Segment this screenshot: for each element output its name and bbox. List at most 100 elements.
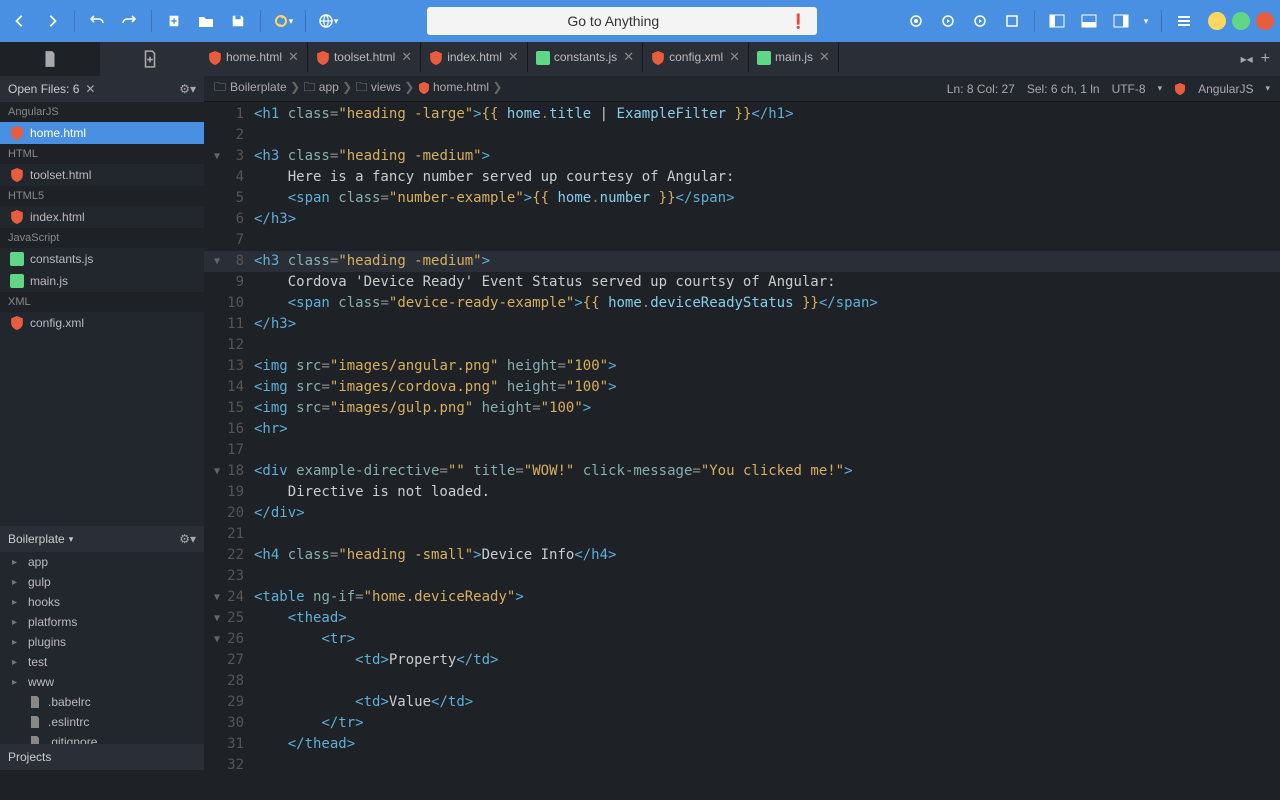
code-line[interactable]: <div example-directive="" title="WOW!" c… [254,461,853,482]
fold-icon[interactable]: ▼ [214,629,220,650]
code-line[interactable]: <span class="number-example">{{ home.num… [254,188,735,209]
code-line[interactable]: <img src="images/angular.png" height="10… [254,356,617,377]
code-line[interactable]: <h3 class="heading -medium"> [254,146,490,167]
save-button[interactable] [224,7,252,35]
menu-button[interactable] [1170,7,1198,35]
redo-button[interactable] [115,7,143,35]
close-panel-icon[interactable]: ✕ [85,82,95,96]
breadcrumb-item[interactable]: 🗀 app [303,80,338,94]
code-line[interactable]: </thead> [254,734,355,755]
open-file-item[interactable]: main.js [0,270,204,292]
maximize-button[interactable] [1232,12,1250,30]
close-icon[interactable]: ✕ [819,49,830,65]
close-icon[interactable]: ✕ [729,49,740,65]
layout-dropdown[interactable]: ▾ [1139,7,1153,35]
file-item[interactable]: .babelrc [0,692,204,712]
sync-button[interactable]: ▾ [269,7,297,35]
code-line[interactable]: <h3 class="heading -medium"> [254,251,490,272]
open-file-item[interactable]: index.html [0,206,204,228]
open-file-item[interactable]: constants.js [0,248,204,270]
editor-tab[interactable]: index.html✕ [421,42,528,72]
projects-footer[interactable]: Projects [0,744,204,770]
forward-button[interactable] [38,7,66,35]
editor-tab[interactable]: home.html✕ [200,42,308,72]
play-button[interactable] [966,7,994,35]
code-line[interactable]: Directive is not loaded. [254,482,490,503]
record-button[interactable] [902,7,930,35]
breadcrumb-item[interactable]: home.html [418,80,489,94]
editor-tab[interactable]: constants.js✕ [528,42,643,72]
code-line[interactable]: </tr> [254,713,364,734]
layout-right-button[interactable] [1107,7,1135,35]
language-mode[interactable]: AngularJS [1198,82,1253,96]
undo-button[interactable] [83,7,111,35]
editor-tab[interactable]: main.js✕ [749,42,839,72]
close-icon[interactable]: ✕ [508,49,519,65]
item-name: .eslintrc [48,715,89,729]
tab-list-button[interactable]: ▸◂ [1241,52,1253,66]
breadcrumb-item[interactable]: Boilerplate [230,80,287,94]
code-line[interactable]: </h3> [254,314,296,335]
open-file-button[interactable] [192,7,220,35]
fold-icon[interactable]: ▼ [214,146,220,167]
globe-button[interactable]: ▾ [314,7,342,35]
code-line[interactable]: <tr> [254,629,355,650]
code-line[interactable]: <table ng-if="home.deviceReady"> [254,587,524,608]
code-line[interactable]: </div> [254,503,305,524]
code-line[interactable]: <h1 class="heading -large">{{ home.title… [254,104,794,125]
places-tab[interactable] [0,42,100,76]
folder-item[interactable]: ▸platforms [0,612,204,632]
new-tab[interactable] [100,42,200,76]
editor-tab[interactable]: config.xml✕ [643,42,749,72]
folder-item[interactable]: ▸test [0,652,204,672]
folder-item[interactable]: ▸gulp [0,572,204,592]
code-line[interactable]: Here is a fancy number served up courtes… [254,167,734,188]
code-line[interactable]: <h4 class="heading -small">Device Info</… [254,545,616,566]
file-name: index.html [30,210,85,224]
close-icon[interactable]: ✕ [623,49,634,65]
encoding[interactable]: UTF-8 [1112,82,1146,96]
fold-icon[interactable]: ▼ [214,587,220,608]
open-file-item[interactable]: config.xml [0,312,204,334]
back-button[interactable] [6,7,34,35]
goto-input[interactable]: Go to Anything ❗ [427,7,817,35]
code-line[interactable]: <td>Property</td> [254,650,498,671]
code-line[interactable]: <hr> [254,419,288,440]
close-icon[interactable]: ✕ [288,49,299,65]
file-item[interactable]: .gitignore [0,732,204,744]
fold-icon[interactable]: ▼ [214,461,220,482]
cursor-position[interactable]: Ln: 8 Col: 27 [947,82,1015,96]
code-line[interactable]: <thead> [254,608,347,629]
play-last-button[interactable] [934,7,962,35]
code-line[interactable]: </h3> [254,209,296,230]
gear-icon[interactable]: ⚙▾ [179,82,196,96]
fold-icon[interactable]: ▼ [214,251,220,272]
code-line[interactable]: Cordova 'Device Ready' Event Status serv… [254,272,836,293]
folder-item[interactable]: ▸app [0,552,204,572]
code-editor[interactable]: 1<h1 class="heading -large">{{ home.titl… [204,102,1280,770]
project-gear-icon[interactable]: ⚙▾ [179,532,196,546]
open-file-item[interactable]: home.html [0,122,204,144]
breadcrumb-item[interactable]: 🗀 views [356,80,401,94]
fold-icon[interactable]: ▼ [214,608,220,629]
folder-item[interactable]: ▸www [0,672,204,692]
selection-info[interactable]: Sel: 6 ch, 1 ln [1027,82,1100,96]
code-line[interactable]: <img src="images/gulp.png" height="100"> [254,398,591,419]
project-header[interactable]: Boilerplate▾ ⚙▾ [0,526,204,552]
close-button[interactable] [1256,12,1274,30]
open-file-item[interactable]: toolset.html [0,164,204,186]
layout-left-button[interactable] [1043,7,1071,35]
folder-item[interactable]: ▸plugins [0,632,204,652]
layout-bottom-button[interactable] [1075,7,1103,35]
code-line[interactable]: <img src="images/cordova.png" height="10… [254,377,617,398]
new-editor-tab[interactable]: + [1261,50,1270,68]
code-line[interactable]: <span class="device-ready-example">{{ ho… [254,293,878,314]
close-icon[interactable]: ✕ [401,49,412,65]
folder-item[interactable]: ▸hooks [0,592,204,612]
file-item[interactable]: .eslintrc [0,712,204,732]
code-line[interactable]: <td>Value</td> [254,692,473,713]
save-macro-button[interactable] [998,7,1026,35]
minimize-button[interactable] [1208,12,1226,30]
new-file-button[interactable] [160,7,188,35]
editor-tab[interactable]: toolset.html✕ [308,42,421,72]
